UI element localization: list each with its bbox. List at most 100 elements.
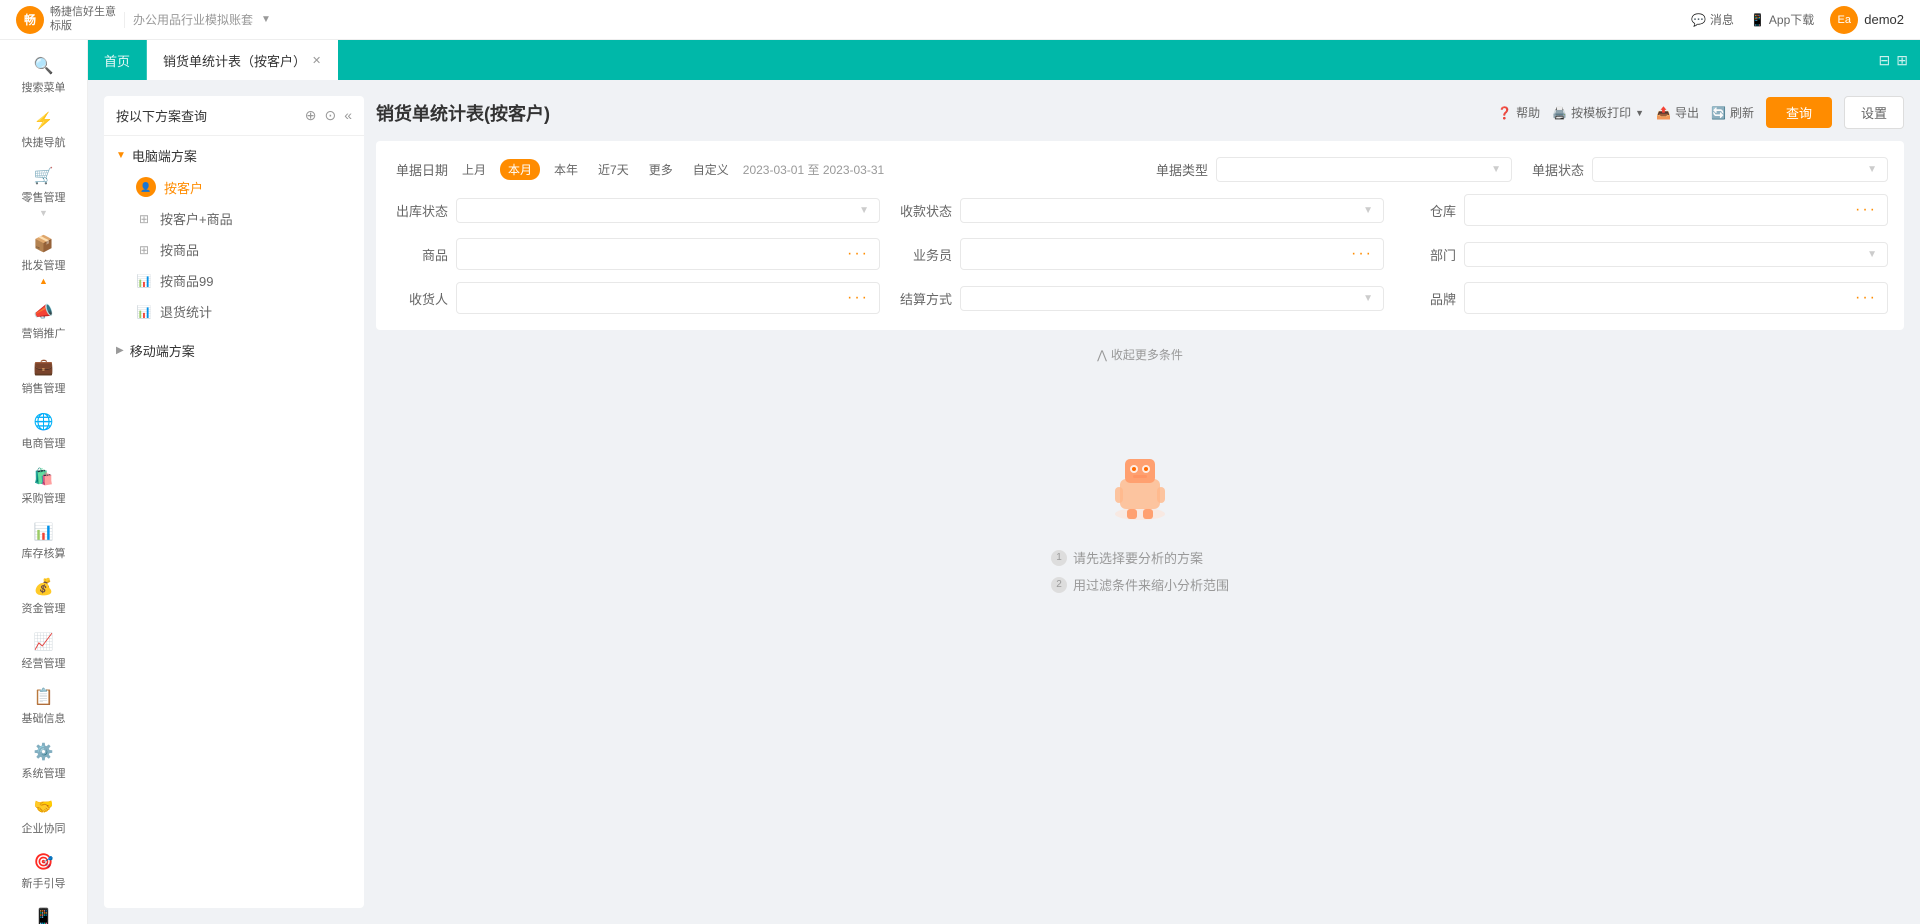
basic-info-icon: 📋 [34,687,54,707]
template-print-label: 按模板打印 [1571,104,1631,121]
sidebar-item-operations-label: 经营管理 [22,655,66,671]
scheme-item-return-stats[interactable]: 📊 退货统计 [104,296,364,327]
empty-illustration [1095,439,1185,532]
bill-status-select[interactable]: ▼ [1592,157,1888,182]
date-option-this-month[interactable]: 本月 [500,159,540,180]
top-bar-left: 畅 畅捷信好生意 标版 办公用品行业模拟账套 ▼ [16,6,271,34]
active-dot: 👤 [136,177,156,197]
warehouse-input[interactable]: ··· [1464,194,1888,226]
sidebar-item-ecommerce[interactable]: 🌐 电商管理 [0,404,87,459]
collapse-more-btn[interactable]: ⋀ 收起更多条件 [376,338,1904,371]
empty-state: 1 请先选择要分析的方案 2 用过滤条件来缩小分析范围 [376,379,1904,654]
desktop-group-arrow-icon: ▼ [116,150,126,161]
filter-cell-payment-status: 收款状态 ▼ [896,194,1384,226]
tab-home[interactable]: 首页 [88,40,147,80]
newbie-icon: 🎯 [34,852,54,872]
dept-select[interactable]: ▼ [1464,242,1888,267]
sales-icon: 💼 [34,357,54,377]
top-bar-right: 💬 消息 📱 App下载 Ea demo2 [1691,6,1904,34]
desktop-group-label: 电脑端方案 [132,146,197,165]
date-option-last-month[interactable]: 上月 [456,159,492,180]
content-area: 首页 销货单统计表（按客户） ✕ ⊟ ⊞ 按以下方案查询 [88,40,1920,924]
date-option-7days[interactable]: 近7天 [592,159,635,180]
query-btn[interactable]: 查询 [1766,97,1832,128]
bill-status-label: 单据状态 [1528,160,1584,179]
sidebar-item-app-center[interactable]: 📱 应用中心 [0,899,87,924]
enterprise-icon: 🤝 [34,797,54,817]
scheme-group-mobile: ▶ 移动端方案 [104,331,364,370]
settlement-select[interactable]: ▼ [960,286,1384,311]
sidebar-item-retail[interactable]: 🛒 零售管理 ▼ [0,158,87,226]
scheme-item-by-product[interactable]: ⊞ 按商品 [104,234,364,265]
scheme-add-btn[interactable]: ⊕ [305,107,317,124]
scheme-item-by-product-99[interactable]: 📊 按商品99 [104,265,364,296]
staff-input[interactable]: ··· [960,238,1384,270]
sidebar-item-purchase[interactable]: 🛍️ 采购管理 [0,459,87,514]
sidebar-item-system[interactable]: ⚙️ 系统管理 [0,734,87,789]
export-btn[interactable]: 📤 导出 [1656,104,1699,121]
sidebar-item-operations[interactable]: 📈 经营管理 [0,624,87,679]
scheme-group-mobile-title[interactable]: ▶ 移动端方案 [104,335,364,366]
brand-input[interactable]: ··· [1464,282,1888,314]
scheme-group-desktop-title[interactable]: ▼ 电脑端方案 [104,140,364,171]
avatar: Ea [1830,6,1858,34]
tab-close-icon[interactable]: ✕ [312,54,321,67]
out-status-select[interactable]: ▼ [456,198,880,223]
help-btn[interactable]: ❓ 帮助 [1497,104,1540,121]
filter-cell-settlement: 结算方式 ▼ [896,282,1384,314]
sidebar-item-search[interactable]: 🔍 搜索菜单 [0,48,87,103]
sidebar-item-basic-info[interactable]: 📋 基础信息 [0,679,87,734]
filter-cell-staff: 业务员 ··· [896,238,1384,270]
sidebar-item-newbie[interactable]: 🎯 新手引导 [0,844,87,899]
sidebar-item-quick-nav[interactable]: ⚡ 快捷导航 [0,103,87,158]
export-label: 导出 [1675,104,1699,121]
sidebar-item-sales[interactable]: 💼 销售管理 [0,349,87,404]
staff-dots-icon: ··· [1351,245,1373,263]
scheme-edit-btn[interactable]: ⊙ [324,107,336,124]
bill-status-arrow-icon: ▼ [1867,164,1877,175]
filter-cell-receiver: 收货人 ··· [392,282,880,314]
sidebar-item-finance[interactable]: 💰 资金管理 [0,569,87,624]
wholesale-arrow-icon: ▲ [39,276,48,286]
refresh-btn[interactable]: 🔄 刷新 [1711,104,1754,121]
sidebar-item-inventory[interactable]: 📊 库存核算 [0,514,87,569]
settlement-label: 结算方式 [896,289,952,308]
print-dropdown-icon: ▼ [1635,108,1644,118]
quick-nav-icon: ⚡ [34,111,54,131]
sidebar-item-retail-label: 零售管理 [22,189,66,205]
date-option-more[interactable]: 更多 [643,159,679,180]
settings-btn[interactable]: 设置 [1844,96,1904,129]
tab-sales-stat[interactable]: 销货单统计表（按客户） ✕ [147,40,338,80]
product-input[interactable]: ··· [456,238,880,270]
app-download-btn[interactable]: 📱 App下载 [1750,11,1814,28]
tab-maximize-btn[interactable]: ⊟ ⊞ [1867,40,1920,80]
date-option-this-year[interactable]: 本年 [548,159,584,180]
breadcrumb-dropdown-icon[interactable]: ▼ [261,14,271,25]
scheme-item-by-customer[interactable]: 👤 按客户 [104,171,364,203]
receiver-input[interactable]: ··· [456,282,880,314]
scheme-collapse-btn[interactable]: « [344,107,352,124]
user-area[interactable]: Ea demo2 [1830,6,1904,34]
filter-cell-product: 商品 ··· [392,238,880,270]
sidebar-item-wholesale[interactable]: 📦 批发管理 ▲ [0,226,87,294]
empty-tips: 1 请先选择要分析的方案 2 用过滤条件来缩小分析范围 [1051,548,1229,594]
scheme-item-by-customer-product[interactable]: ⊞ 按客户+商品 [104,203,364,234]
out-status-label: 出库状态 [392,201,448,220]
date-option-custom[interactable]: 自定义 [687,159,735,180]
sidebar-item-marketing[interactable]: 📣 营销推广 [0,294,87,349]
right-content: 销货单统计表(按客户) ❓ 帮助 🖨️ 按模板打印 ▼ [376,96,1904,908]
sidebar-item-system-label: 系统管理 [22,765,66,781]
filter-row3: 商品 ··· 业务员 ··· [392,238,1888,270]
sidebar-item-wholesale-label: 批发管理 [22,257,66,273]
message-btn[interactable]: 💬 消息 [1691,11,1734,28]
bill-type-select[interactable]: ▼ [1216,157,1512,182]
sidebar-item-enterprise[interactable]: 🤝 企业协同 [0,789,87,844]
logo-area: 畅 畅捷信好生意 标版 [16,6,116,34]
filter-cell-warehouse: 仓库 ··· [1400,194,1888,226]
filter-panel: 单据日期 上月 本月 本年 近7天 更多 自定义 2023-03-01 至 20… [376,141,1904,330]
payment-status-select[interactable]: ▼ [960,198,1384,223]
empty-tip-1: 1 请先选择要分析的方案 [1051,548,1229,567]
mobile-group-label: 移动端方案 [130,341,195,360]
template-print-btn[interactable]: 🖨️ 按模板打印 ▼ [1552,104,1644,121]
sidebar-item-finance-label: 资金管理 [22,600,66,616]
